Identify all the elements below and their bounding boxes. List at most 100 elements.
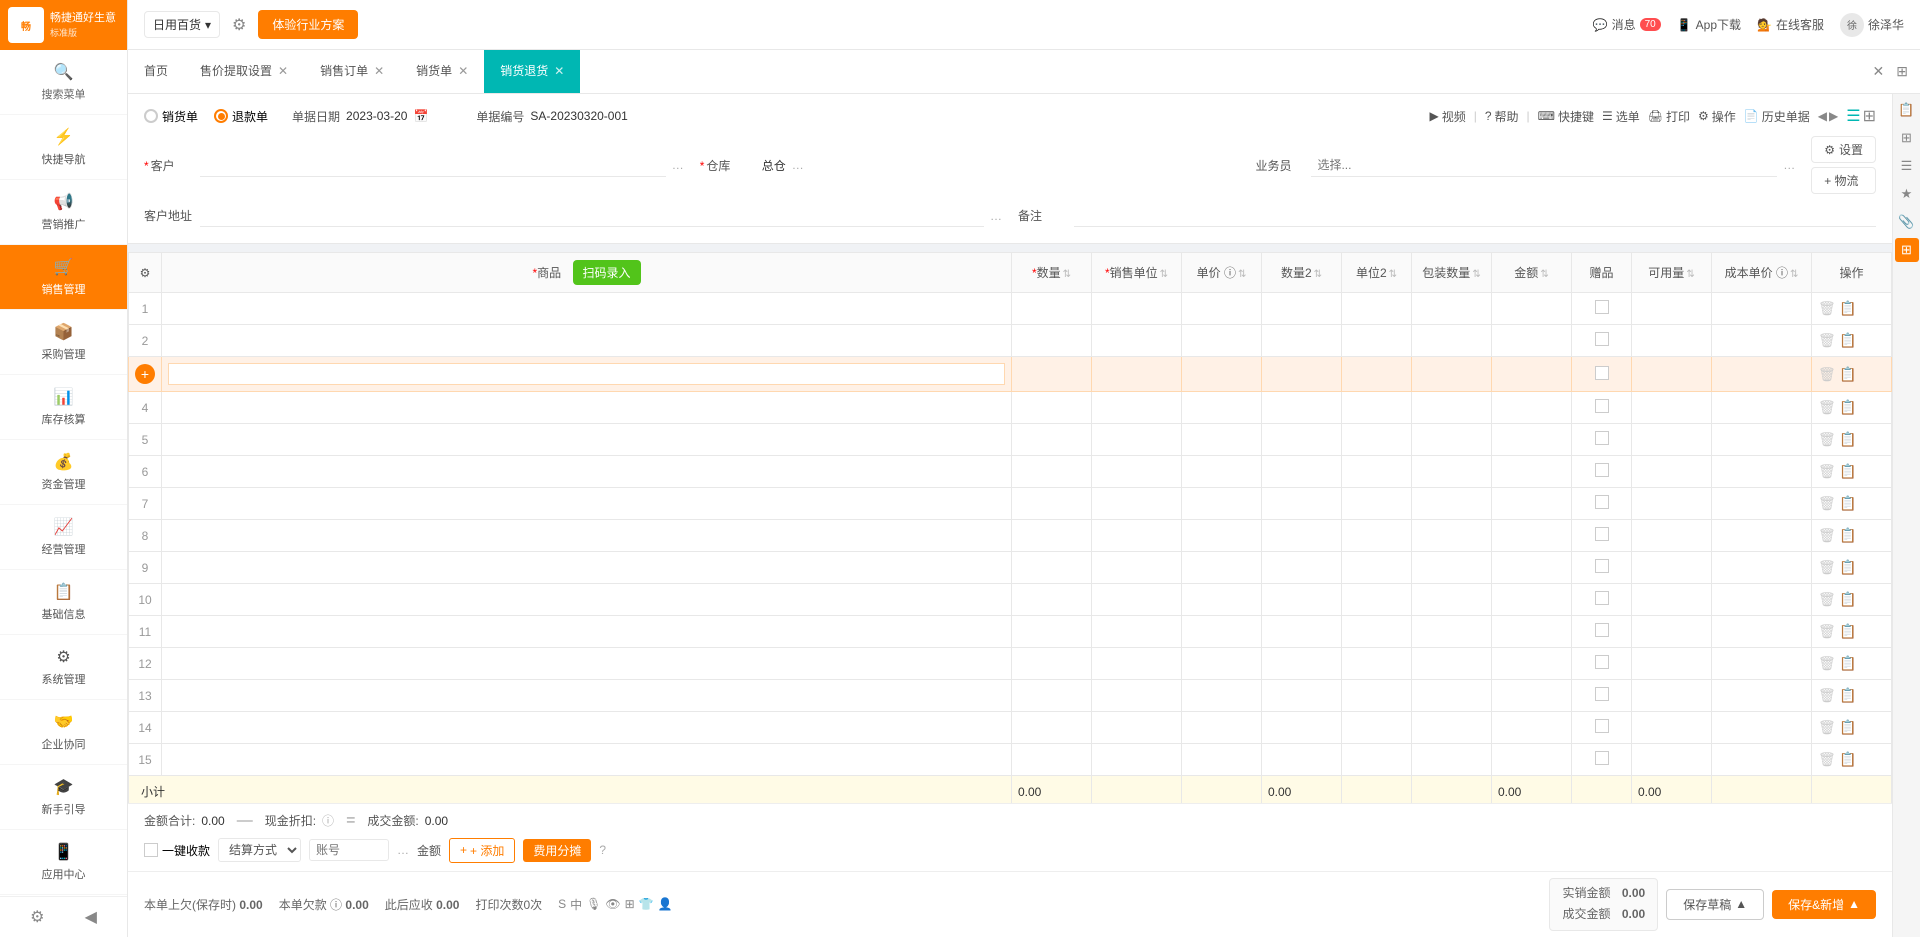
qty2-cell[interactable]	[1262, 520, 1342, 552]
delete-icon[interactable]: 🗑	[1818, 495, 1836, 511]
amount-cell[interactable]	[1492, 520, 1572, 552]
help-action[interactable]: ? 帮助	[1485, 108, 1519, 125]
delete-icon[interactable]: 🗑	[1818, 687, 1836, 703]
settings-bottom-icon[interactable]: ⚙	[30, 907, 44, 927]
staff-dots[interactable]: …	[1783, 158, 1795, 172]
sales-unit-cell[interactable]	[1092, 744, 1182, 776]
copy-icon[interactable]: 📋	[1839, 300, 1856, 316]
close-sales-order[interactable]: ✕	[374, 64, 384, 78]
delete-icon[interactable]: 🗑	[1818, 399, 1836, 415]
sidebar-item-finance[interactable]: 💰 资金管理	[0, 440, 127, 505]
delete-icon[interactable]: 🗑	[1818, 591, 1836, 607]
gift-checkbox[interactable]	[1595, 366, 1609, 380]
sidebar-item-enterprise[interactable]: 🤝 企业协同	[0, 700, 127, 765]
cost-unit-cell[interactable]	[1712, 680, 1812, 712]
tab-sales-return[interactable]: 销货退货 ✕	[484, 50, 580, 93]
qty2-cell[interactable]	[1262, 648, 1342, 680]
delete-icon[interactable]: 🗑	[1818, 623, 1836, 639]
unit2-cell[interactable]	[1342, 325, 1412, 357]
customer-dots[interactable]: …	[672, 158, 684, 172]
sales-unit-cell[interactable]	[1092, 552, 1182, 584]
customer-input[interactable]	[200, 154, 666, 177]
product-cell[interactable]	[162, 616, 1012, 648]
cost-unit-cell[interactable]	[1712, 325, 1812, 357]
pkg-qty-cell[interactable]	[1412, 744, 1492, 776]
available-cell[interactable]	[1632, 648, 1712, 680]
unit2-cell[interactable]	[1342, 293, 1412, 325]
unit2-cell[interactable]	[1342, 584, 1412, 616]
account-input[interactable]	[309, 839, 389, 861]
save-draft-btn[interactable]: 保存草稿 ▲	[1666, 889, 1764, 920]
right-icon-3[interactable]: ☰	[1895, 154, 1919, 178]
amount-cell[interactable]	[1492, 456, 1572, 488]
unit2-cell[interactable]	[1342, 392, 1412, 424]
qty-cell[interactable]	[1012, 552, 1092, 584]
gift-checkbox[interactable]	[1595, 719, 1609, 733]
unit-price-cell[interactable]	[1182, 552, 1262, 584]
unit-price-cell[interactable]	[1182, 616, 1262, 648]
sidebar-item-app-center[interactable]: 📱 应用中心	[0, 830, 127, 895]
cost-unit-cell[interactable]	[1712, 456, 1812, 488]
qty2-cell[interactable]	[1262, 712, 1342, 744]
qty-cell[interactable]	[1012, 392, 1092, 424]
unit2-cell[interactable]	[1342, 488, 1412, 520]
copy-icon[interactable]: 📋	[1839, 559, 1856, 575]
sales-unit-cell[interactable]	[1092, 357, 1182, 392]
unit-price-cell[interactable]	[1182, 680, 1262, 712]
unit-price-cell[interactable]	[1182, 584, 1262, 616]
gift-cell[interactable]	[1572, 648, 1632, 680]
qty2-cell[interactable]	[1262, 325, 1342, 357]
calc-method-select[interactable]: 结算方式	[218, 838, 301, 862]
product-cell[interactable]	[162, 424, 1012, 456]
account-dots[interactable]: …	[397, 843, 409, 857]
shortcut-action[interactable]: ⌨ 快捷键	[1538, 108, 1594, 125]
gift-checkbox[interactable]	[1595, 495, 1609, 509]
tab-sales-delivery[interactable]: 销货单 ✕	[400, 50, 484, 93]
delete-icon[interactable]: 🗑	[1818, 559, 1836, 575]
amount-cell[interactable]	[1492, 552, 1572, 584]
gift-cell[interactable]	[1572, 520, 1632, 552]
qty2-cell[interactable]	[1262, 680, 1342, 712]
copy-icon[interactable]: 📋	[1839, 623, 1856, 639]
cost-unit-cell[interactable]	[1712, 293, 1812, 325]
unit-price-cell[interactable]	[1182, 357, 1262, 392]
right-icon-5[interactable]: 📎	[1895, 210, 1919, 234]
save-new-btn[interactable]: 保存&新增 ▲	[1772, 890, 1876, 919]
qty2-cell[interactable]	[1262, 584, 1342, 616]
sales-unit-cell[interactable]	[1092, 616, 1182, 648]
pkg-qty-cell[interactable]	[1412, 680, 1492, 712]
radio-sales-return[interactable]: 退款单	[214, 108, 268, 125]
tab-price-settings[interactable]: 售价提取设置 ✕	[184, 50, 304, 93]
delete-icon[interactable]: 🗑	[1818, 366, 1836, 382]
sales-unit-cell[interactable]	[1092, 648, 1182, 680]
app-download-item[interactable]: 📱 App下载	[1677, 16, 1741, 33]
cost-unit-cell[interactable]	[1712, 488, 1812, 520]
delete-icon[interactable]: 🗑	[1818, 332, 1836, 348]
sidebar-item-operations[interactable]: 📈 经营管理	[0, 505, 127, 570]
product-cell[interactable]	[162, 325, 1012, 357]
gift-cell[interactable]	[1572, 357, 1632, 392]
delete-icon[interactable]: 🗑	[1818, 527, 1836, 543]
sales-unit-cell[interactable]	[1092, 392, 1182, 424]
qty2-cell[interactable]	[1262, 552, 1342, 584]
qty2-cell[interactable]	[1262, 293, 1342, 325]
qty-cell[interactable]	[1012, 680, 1092, 712]
pkg-qty-cell[interactable]	[1412, 648, 1492, 680]
gift-checkbox[interactable]	[1595, 655, 1609, 669]
table-settings-icon[interactable]: ⚙	[140, 266, 151, 280]
close-sales-return[interactable]: ✕	[554, 64, 564, 78]
list-view-icon[interactable]: ☰	[1846, 106, 1860, 126]
product-cell[interactable]	[162, 648, 1012, 680]
product-cell[interactable]	[162, 744, 1012, 776]
cost-unit-cell[interactable]	[1712, 616, 1812, 648]
topbar-gear-icon[interactable]: ⚙	[228, 11, 250, 39]
qty-cell[interactable]	[1012, 488, 1092, 520]
available-cell[interactable]	[1632, 712, 1712, 744]
qty-cell[interactable]	[1012, 456, 1092, 488]
amount-cell[interactable]	[1492, 392, 1572, 424]
available-cell[interactable]	[1632, 584, 1712, 616]
amount-cell[interactable]	[1492, 584, 1572, 616]
gift-checkbox[interactable]	[1595, 332, 1609, 346]
pkg-qty-cell[interactable]	[1412, 584, 1492, 616]
next-record-icon[interactable]: ▶	[1829, 109, 1838, 123]
